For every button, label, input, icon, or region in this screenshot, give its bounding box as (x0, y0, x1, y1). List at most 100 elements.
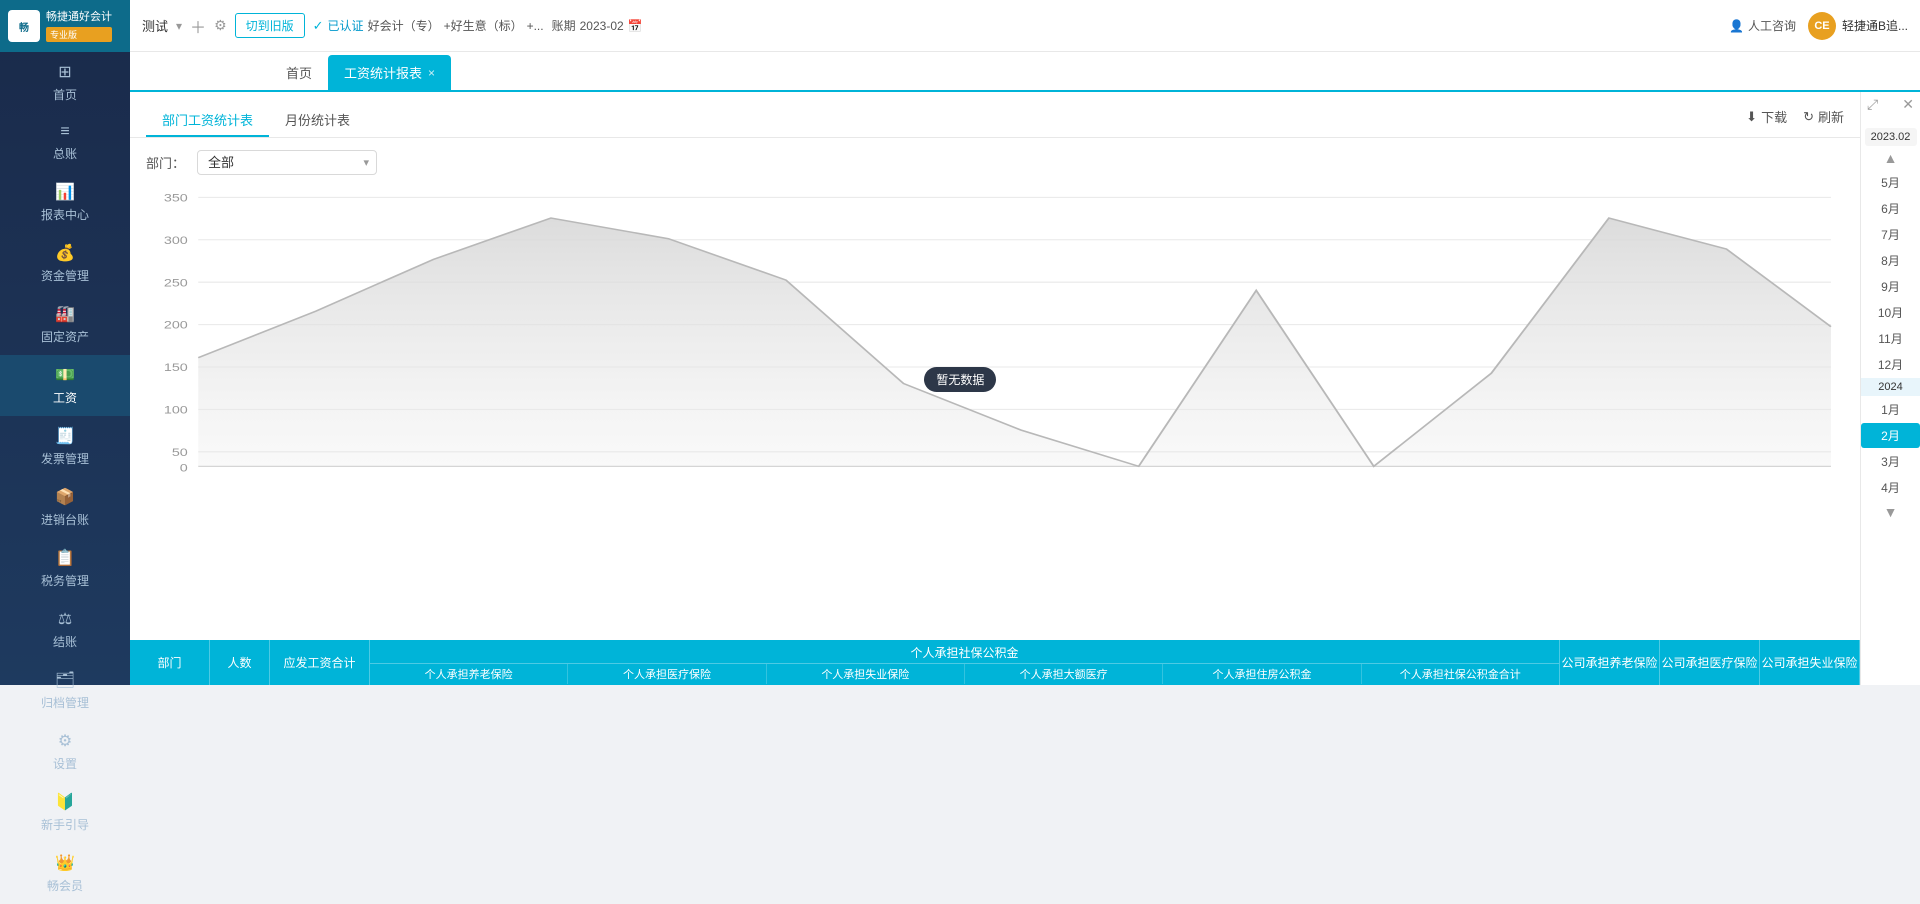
download-button[interactable]: ⬇ 下载 (1746, 107, 1787, 126)
tax-icon: 📋 (55, 548, 75, 568)
funds-icon: 💰 (55, 243, 75, 263)
dept-label: 部门： (146, 153, 185, 172)
th-personal-housing: 个人承担住房公积金 (1163, 664, 1361, 684)
dept-select[interactable]: 全部 财务部 销售部 技术部 行政部 (197, 150, 377, 175)
close-panel-button[interactable]: ✕ (1902, 96, 1914, 113)
svg-text:0: 0 (180, 461, 188, 474)
badge-more: +... (527, 19, 544, 33)
month-item-4[interactable]: 4月 (1861, 475, 1920, 500)
svg-text:200: 200 (164, 318, 188, 331)
badge-good: 好会计（专） (368, 17, 440, 34)
year-month-list: 5月 6月 7月 8月 9月 10月 11月 12月 2024 1月 2月 3月… (1861, 170, 1920, 500)
sidebar-item-member[interactable]: 👑 畅会员 (0, 843, 130, 904)
sidebar-item-funds[interactable]: 💰 资金管理 (0, 233, 130, 294)
subtab-month[interactable]: 月份统计表 (269, 104, 366, 137)
content-area: 部门工资统计表 月份统计表 ⬇ 下载 ↻ 刷新 部门： (130, 92, 1920, 685)
svg-text:150: 150 (164, 361, 188, 374)
content-main: 部门工资统计表 月份统计表 ⬇ 下载 ↻ 刷新 部门： (130, 92, 1860, 685)
sidebar-item-sales[interactable]: 📦 进销台账 (0, 477, 130, 538)
month-item-11[interactable]: 11月 (1861, 326, 1920, 351)
badges: ✓ 已认证 好会计（专） +好生意（标） +... (313, 17, 544, 34)
subtab-dept[interactable]: 部门工资统计表 (146, 104, 269, 137)
tab-home[interactable]: 首页 (270, 55, 328, 90)
switch-version-button[interactable]: 切到旧版 (235, 13, 305, 38)
user-name: 轻捷通B追... (1842, 17, 1908, 34)
archive-icon: 🗂 (55, 670, 75, 690)
sidebar-item-invoice[interactable]: 🧾 发票管理 (0, 416, 130, 477)
period: 账期 2023-02 📅 (552, 17, 643, 34)
right-panel: ✕ ⤢ 2023.02 ▲ 5月 6月 7月 8月 9月 10月 11月 12月… (1860, 92, 1920, 685)
add-button[interactable]: ＋ (190, 14, 206, 38)
member-icon: 👑 (55, 853, 75, 873)
settle-icon: ⚖ (58, 609, 72, 629)
topbar: 测试 ▾ ＋ ⚙ 切到旧版 ✓ 已认证 好会计（专） +好生意（标） +... … (130, 0, 1920, 52)
service-icon: 👤 (1729, 19, 1744, 33)
sidebar-item-archive[interactable]: 🗂 归档管理 (0, 660, 130, 721)
home-icon: ⊞ (58, 62, 71, 82)
user-menu[interactable]: CE 轻捷通B追... (1808, 12, 1908, 40)
th-personal-serious: 个人承担大额医疗 (965, 664, 1163, 684)
assets-icon: 🏭 (55, 304, 75, 324)
scroll-down-button[interactable]: ▼ (1884, 504, 1898, 520)
expand-panel-button[interactable]: ⤢ (1867, 96, 1878, 113)
logo-text: 畅捷通好会计 专业版 (46, 10, 112, 41)
reports-icon: 📊 (55, 182, 75, 202)
service-button[interactable]: 👤 人工咨询 (1729, 17, 1796, 34)
settings-button[interactable]: ⚙ (214, 17, 227, 34)
th-count: 人数 (210, 640, 270, 685)
svg-text:50: 50 (172, 445, 188, 458)
th-salary-total: 应发工资合计 (270, 640, 370, 685)
month-item-10[interactable]: 10月 (1861, 300, 1920, 325)
sidebar-item-ledger[interactable]: ≡ 总账 (0, 113, 130, 172)
scroll-up-button[interactable]: ▲ (1884, 150, 1898, 166)
month-item-8[interactable]: 8月 (1861, 248, 1920, 273)
sidebar-item-settings[interactable]: ⚙ 设置 (0, 721, 130, 782)
th-personal-sub-cells: 个人承担养老保险 个人承担医疗保险 个人承担失业保险 个人承担大额医疗 个人承担… (370, 664, 1559, 684)
sidebar-item-settle[interactable]: ⚖ 结账 (0, 599, 130, 660)
logo-icon: 畅 (8, 10, 40, 42)
download-icon: ⬇ (1746, 109, 1757, 125)
th-personal-unemploy: 个人承担失业保险 (767, 664, 965, 684)
month-item-3[interactable]: 3月 (1861, 449, 1920, 474)
sidebar-item-salary[interactable]: 💵 工资 (0, 355, 130, 416)
tabbar: 首页 工资统计报表 × (130, 52, 1920, 92)
toolbar: 部门： 全部 财务部 销售部 技术部 行政部 ▾ (130, 138, 1860, 187)
badge-business: +好生意（标） (444, 17, 523, 34)
settings-icon: ⚙ (58, 731, 72, 751)
tab-salary-report[interactable]: 工资统计报表 × (328, 55, 451, 90)
month-item-9[interactable]: 9月 (1861, 274, 1920, 299)
th-personal-total: 个人承担社保公积金合计 (1362, 664, 1559, 684)
sidebar-logo: 畅 畅捷通好会计 专业版 (0, 0, 130, 52)
company-dropdown-arrow[interactable]: ▾ (176, 19, 182, 33)
tab-close-button[interactable]: × (428, 66, 435, 80)
month-item-2-active[interactable]: 2月 (1861, 423, 1920, 448)
sidebar-item-tax[interactable]: 📋 税务管理 (0, 538, 130, 599)
svg-text:350: 350 (164, 191, 188, 204)
month-item-5[interactable]: 5月 (1861, 170, 1920, 195)
calendar-icon[interactable]: 📅 (628, 19, 643, 33)
svg-text:300: 300 (164, 233, 188, 246)
th-personal-pension: 个人承担养老保险 (370, 664, 568, 684)
svg-text:250: 250 (164, 276, 188, 289)
badge-certified: 已认证 (328, 17, 364, 34)
sidebar-item-guide[interactable]: 🔰 新手引导 (0, 782, 130, 843)
month-item-7[interactable]: 7月 (1861, 222, 1920, 247)
sidebar-item-reports[interactable]: 📊 报表中心 (0, 172, 130, 233)
month-item-1[interactable]: 1月 (1861, 397, 1920, 422)
th-company-medical: 公司承担医疗保险 (1660, 640, 1760, 685)
th-dept: 部门 (130, 640, 210, 685)
current-period-label: 2023.02 (1865, 128, 1917, 146)
subtabs-left: 部门工资统计表 月份统计表 (146, 104, 366, 137)
refresh-icon: ↻ (1803, 109, 1814, 125)
sidebar-item-home[interactable]: ⊞ 首页 (0, 52, 130, 113)
subtabs-right: ⬇ 下载 ↻ 刷新 (1746, 107, 1844, 134)
ledger-icon: ≡ (60, 123, 69, 141)
month-item-6[interactable]: 6月 (1861, 196, 1920, 221)
salary-chart: 350 300 250 200 150 100 50 0 (146, 187, 1844, 487)
refresh-button[interactable]: ↻ 刷新 (1803, 107, 1844, 126)
svg-text:100: 100 (164, 403, 188, 416)
year-2024-label: 2024 (1861, 378, 1920, 396)
month-item-12[interactable]: 12月 (1861, 352, 1920, 377)
certified-icon: ✓ (313, 18, 324, 34)
sidebar-item-assets[interactable]: 🏭 固定资产 (0, 294, 130, 355)
